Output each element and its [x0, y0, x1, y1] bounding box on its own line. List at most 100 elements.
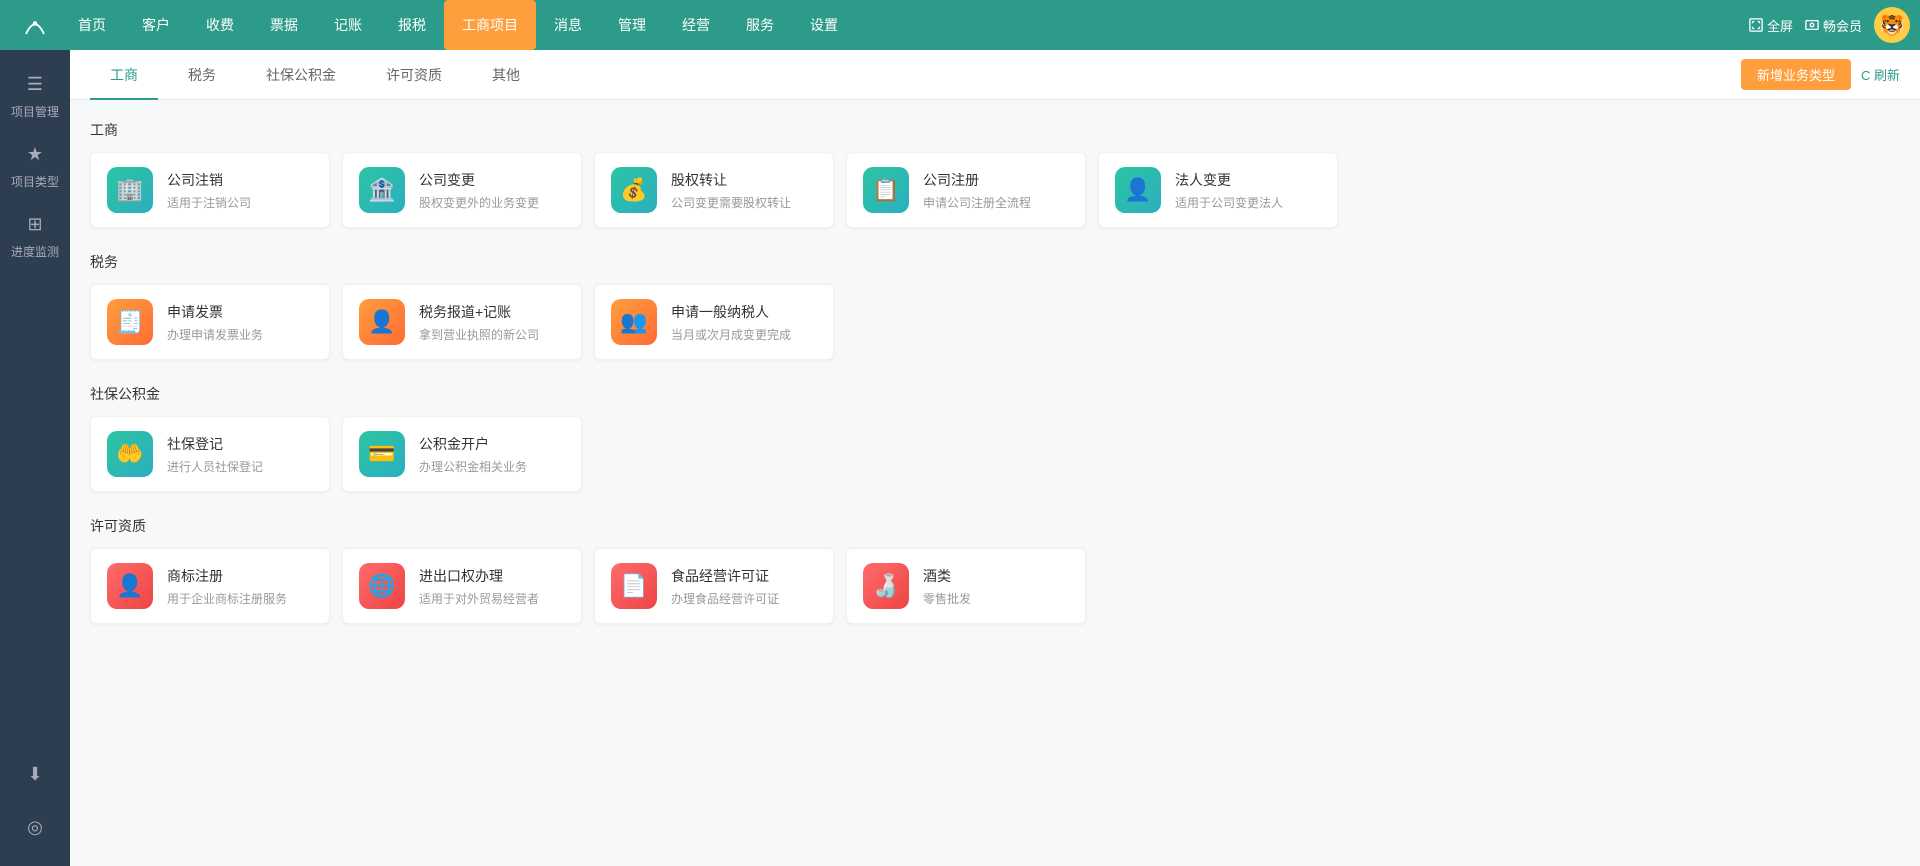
card-icon: 🏢	[107, 167, 153, 213]
main-content: 工商税务社保公积金许可资质其他 新增业务类型 C 刷新 工商 🏢 公司注销 适用…	[70, 50, 1920, 866]
card-酒类[interactable]: 🍶 酒类 零售批发	[846, 548, 1086, 624]
sidebar-bottom-icon-1: ◎	[21, 813, 49, 841]
card-name: 酒类	[923, 566, 971, 586]
card-text: 酒类 零售批发	[923, 566, 971, 607]
nav-item-票据[interactable]: 票据	[252, 0, 316, 50]
nav-item-收费[interactable]: 收费	[188, 0, 252, 50]
section-社保公积金: 社保公积金 🤲 社保登记 进行人员社保登记 💳 公积金开户 办理公积金相关业务	[90, 384, 1900, 492]
tab-工商[interactable]: 工商	[90, 50, 158, 100]
card-name: 食品经营许可证	[671, 566, 779, 586]
nav-item-记账[interactable]: 记账	[316, 0, 380, 50]
card-公司注册[interactable]: 📋 公司注册 申请公司注册全流程	[846, 152, 1086, 228]
tab-bar: 工商税务社保公积金许可资质其他 新增业务类型 C 刷新	[70, 50, 1920, 100]
card-desc: 股权变更外的业务变更	[419, 194, 539, 211]
card-食品经营许可证[interactable]: 📄 食品经营许可证 办理食品经营许可证	[594, 548, 834, 624]
section-title: 工商	[90, 120, 1900, 140]
nav-item-消息[interactable]: 消息	[536, 0, 600, 50]
card-text: 法人变更 适用于公司变更法人	[1175, 170, 1283, 211]
card-name: 申请发票	[167, 302, 263, 322]
card-icon: 👤	[1115, 167, 1161, 213]
nav-item-客户[interactable]: 客户	[124, 0, 188, 50]
card-法人变更[interactable]: 👤 法人变更 适用于公司变更法人	[1098, 152, 1338, 228]
card-公司变更[interactable]: 🏦 公司变更 股权变更外的业务变更	[342, 152, 582, 228]
mascot-avatar: 🐯	[1874, 7, 1910, 43]
sidebar-item-0[interactable]: ☰项目管理	[6, 60, 64, 130]
card-icon: 🌐	[359, 563, 405, 609]
tabs: 工商税务社保公积金许可资质其他	[90, 50, 1741, 100]
nav-item-首页[interactable]: 首页	[60, 0, 124, 50]
card-name: 公司注销	[167, 170, 251, 190]
card-text: 公积金开户 办理公积金相关业务	[419, 434, 527, 475]
card-text: 申请一般纳税人 当月或次月成变更完成	[671, 302, 791, 343]
card-公司注销[interactable]: 🏢 公司注销 适用于注销公司	[90, 152, 330, 228]
fullscreen-button[interactable]: 全屏	[1749, 16, 1793, 35]
card-icon: 👥	[611, 299, 657, 345]
card-name: 公司注册	[923, 170, 1031, 190]
card-社保登记[interactable]: 🤲 社保登记 进行人员社保登记	[90, 416, 330, 492]
card-公积金开户[interactable]: 💳 公积金开户 办理公积金相关业务	[342, 416, 582, 492]
sidebar-bottom: ⬇◎	[0, 750, 70, 866]
sidebar-bottom-item-1[interactable]: ◎	[0, 803, 70, 851]
left-sidebar: ☰项目管理★项目类型⊞进度监测 ⬇◎	[0, 50, 70, 866]
cards-grid-工商: 🏢 公司注销 适用于注销公司 🏦 公司变更 股权变更外的业务变更 💰 股权转让 …	[90, 152, 1900, 228]
card-进出口权办理[interactable]: 🌐 进出口权办理 适用于对外贸易经营者	[342, 548, 582, 624]
card-name: 社保登记	[167, 434, 263, 454]
sidebar-item-2[interactable]: ⊞ 进度监测	[6, 200, 64, 270]
card-icon: 💰	[611, 167, 657, 213]
card-text: 进出口权办理 适用于对外贸易经营者	[419, 566, 539, 607]
card-商标注册[interactable]: 👤 商标注册 用于企业商标注册服务	[90, 548, 330, 624]
nav-item-设置[interactable]: 设置	[792, 0, 856, 50]
sidebar-bottom-item-0[interactable]: ⬇	[0, 750, 70, 798]
card-desc: 办理申请发票业务	[167, 326, 263, 343]
refresh-button[interactable]: C 刷新	[1861, 65, 1900, 84]
card-申请发票[interactable]: 🧾 申请发票 办理申请发票业务	[90, 284, 330, 360]
cards-grid-社保公积金: 🤲 社保登记 进行人员社保登记 💳 公积金开户 办理公积金相关业务	[90, 416, 1900, 492]
card-申请一般纳税人[interactable]: 👥 申请一般纳税人 当月或次月成变更完成	[594, 284, 834, 360]
card-text: 公司注册 申请公司注册全流程	[923, 170, 1031, 211]
card-股权转让[interactable]: 💰 股权转让 公司变更需要股权转让	[594, 152, 834, 228]
tab-其他[interactable]: 其他	[472, 50, 540, 100]
card-desc: 适用于注销公司	[167, 194, 251, 211]
tab-税务[interactable]: 税务	[168, 50, 236, 100]
content-area: 工商 🏢 公司注销 适用于注销公司 🏦 公司变更 股权变更外的业务变更 💰 股权…	[70, 100, 1920, 866]
card-icon: 🧾	[107, 299, 153, 345]
card-desc: 进行人员社保登记	[167, 458, 263, 475]
sidebar-label-0: 项目管理	[11, 103, 59, 120]
section-许可资质: 许可资质 👤 商标注册 用于企业商标注册服务 🌐 进出口权办理 适用于对外贸易经…	[90, 516, 1900, 624]
card-name: 进出口权办理	[419, 566, 539, 586]
card-desc: 办理食品经营许可证	[671, 590, 779, 607]
sidebar-item-1[interactable]: ★项目类型	[6, 130, 64, 200]
card-desc: 零售批发	[923, 590, 971, 607]
card-desc: 办理公积金相关业务	[419, 458, 527, 475]
sidebar-icon-2: ⊞	[21, 210, 49, 238]
card-name: 申请一般纳税人	[671, 302, 791, 322]
card-desc: 适用于对外贸易经营者	[419, 590, 539, 607]
section-title: 税务	[90, 252, 1900, 272]
card-text: 商标注册 用于企业商标注册服务	[167, 566, 287, 607]
add-type-button[interactable]: 新增业务类型	[1741, 59, 1851, 90]
nav-item-工商项目[interactable]: 工商项目	[444, 0, 536, 50]
tab-actions: 新增业务类型 C 刷新	[1741, 59, 1900, 90]
vip-button[interactable]: 畅会员	[1805, 16, 1862, 35]
tab-许可资质[interactable]: 许可资质	[366, 50, 462, 100]
cards-grid-税务: 🧾 申请发票 办理申请发票业务 👤 税务报道+记账 拿到营业执照的新公司 👥 申…	[90, 284, 1900, 360]
section-title: 许可资质	[90, 516, 1900, 536]
sidebar-label-2: 进度监测	[11, 243, 59, 260]
nav-item-管理[interactable]: 管理	[600, 0, 664, 50]
card-text: 公司注销 适用于注销公司	[167, 170, 251, 211]
card-税务报道+记账[interactable]: 👤 税务报道+记账 拿到营业执照的新公司	[342, 284, 582, 360]
tab-社保公积金[interactable]: 社保公积金	[246, 50, 356, 100]
card-desc: 拿到营业执照的新公司	[419, 326, 539, 343]
card-icon: 🍶	[863, 563, 909, 609]
card-icon: 📄	[611, 563, 657, 609]
card-name: 税务报道+记账	[419, 302, 539, 322]
card-text: 公司变更 股权变更外的业务变更	[419, 170, 539, 211]
cards-grid-许可资质: 👤 商标注册 用于企业商标注册服务 🌐 进出口权办理 适用于对外贸易经营者 📄 …	[90, 548, 1900, 624]
nav-items: 首页客户收费票据记账报税工商项目消息管理经营服务设置	[60, 0, 1749, 50]
card-text: 社保登记 进行人员社保登记	[167, 434, 263, 475]
sidebar-bottom-icon-0: ⬇	[21, 760, 49, 788]
nav-item-经营[interactable]: 经营	[664, 0, 728, 50]
nav-item-服务[interactable]: 服务	[728, 0, 792, 50]
card-desc: 用于企业商标注册服务	[167, 590, 287, 607]
nav-item-报税[interactable]: 报税	[380, 0, 444, 50]
